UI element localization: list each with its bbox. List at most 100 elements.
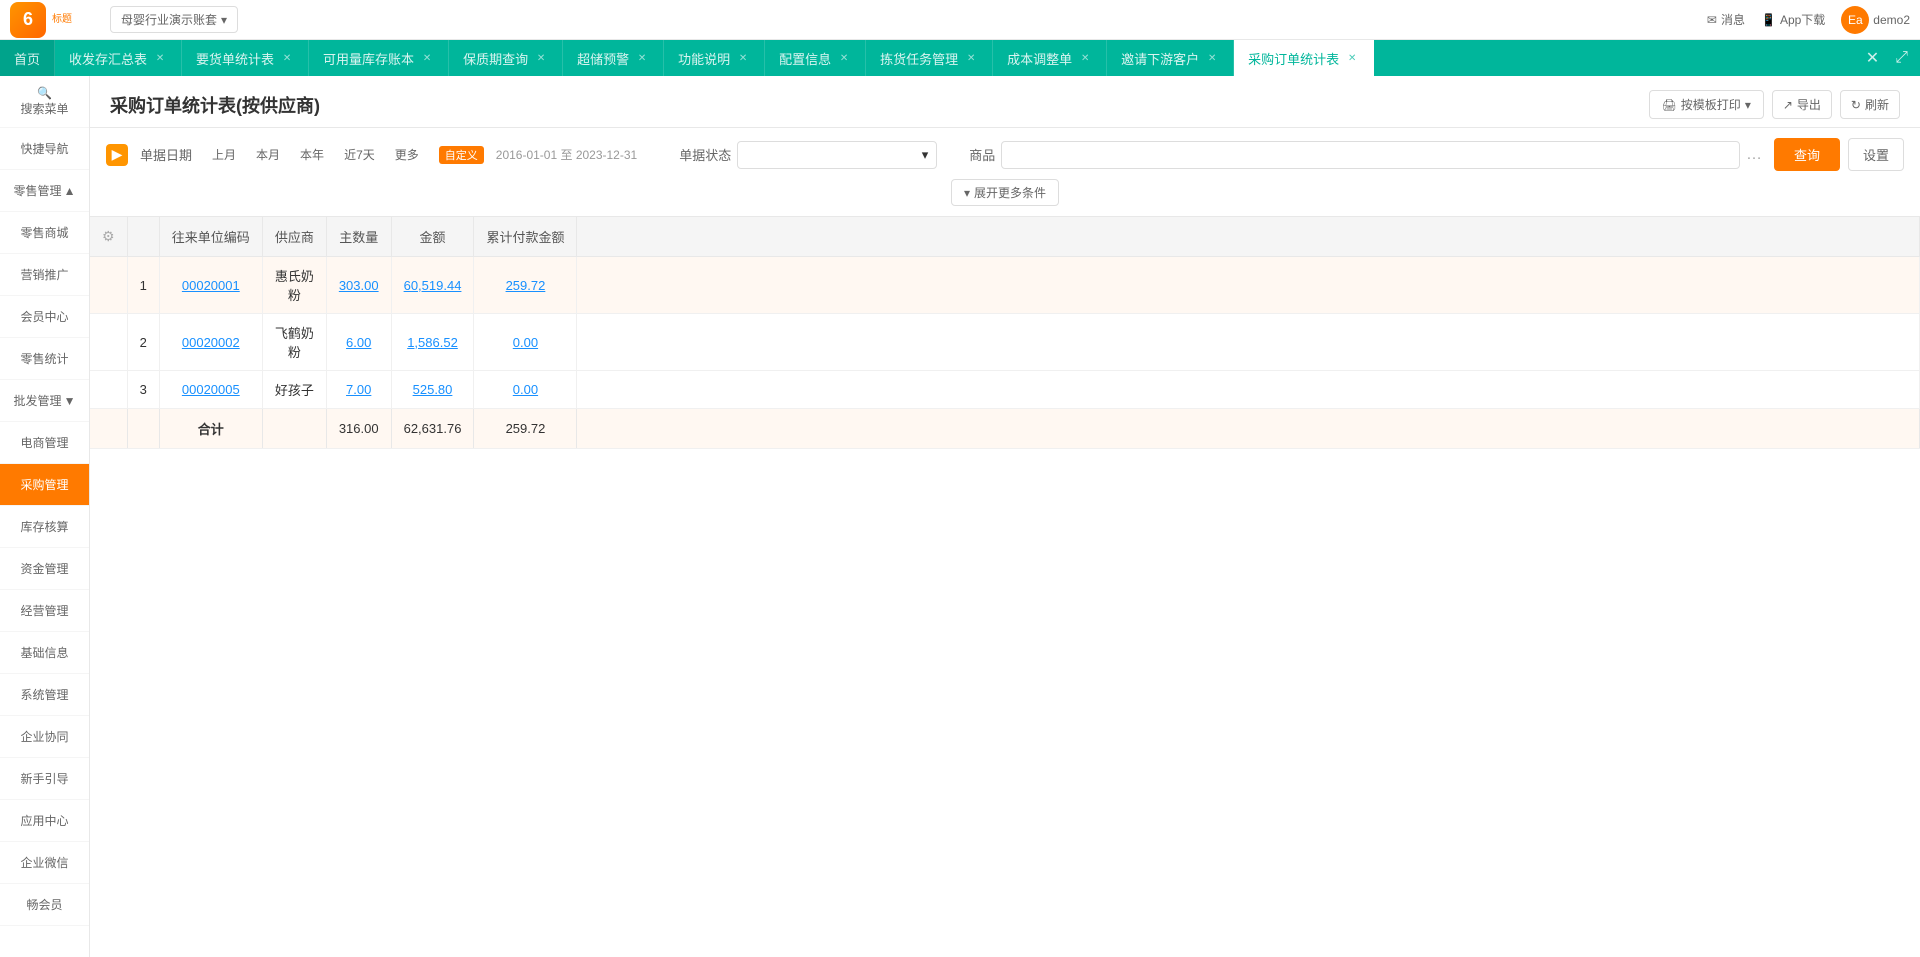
tab-close-icon[interactable]: ✕ (534, 51, 548, 65)
user-area[interactable]: Ea demo2 (1841, 6, 1910, 34)
export-btn[interactable]: ↗ 导出 (1772, 90, 1832, 119)
workspace-selector[interactable]: 母婴行业演示账套 ▾ (110, 6, 238, 33)
footer-supplier-name (262, 409, 326, 449)
status-label: 单据状态 (679, 145, 731, 164)
sidebar-item-shortcut[interactable]: 快捷导航 (0, 128, 89, 170)
td-supplier-code[interactable]: 00020001 (159, 257, 262, 314)
expand-conditions-btn[interactable]: ▾ 展开更多条件 (951, 179, 1059, 206)
tab-close-icon[interactable]: ✕ (964, 51, 978, 65)
sidebar-item-retail-store[interactable]: 零售商城 (0, 212, 89, 254)
sidebar-item-enterprise-coop[interactable]: 企业协同 (0, 716, 89, 758)
td-main-qty[interactable]: 6.00 (326, 314, 391, 371)
td-amount[interactable]: 60,519.44 (391, 257, 474, 314)
sidebar-item-retail-stats[interactable]: 零售统计 (0, 338, 89, 380)
shortcut-7days[interactable]: 近7天 (336, 144, 383, 165)
th-settings[interactable]: ⚙ (90, 217, 127, 257)
sidebar-item-wholesale-mgmt[interactable]: 批发管理 ▼ (0, 380, 89, 422)
export-btn-label: 导出 (1797, 96, 1821, 113)
username: demo2 (1873, 13, 1910, 27)
sidebar-item-retail-mgmt[interactable]: 零售管理 ▲ (0, 170, 89, 212)
maximize-btn[interactable]: ⤢ (1891, 47, 1912, 69)
sidebar-item-app-center[interactable]: 应用中心 (0, 800, 89, 842)
tab-close-icon[interactable]: ✕ (1078, 51, 1092, 65)
shortcut-more[interactable]: 更多 (387, 144, 427, 165)
th-amount: 金额 (391, 217, 474, 257)
sidebar-item-marketing[interactable]: 营销推广 (0, 254, 89, 296)
td-settings[interactable] (90, 314, 127, 371)
app-center-label: 应用中心 (20, 814, 68, 828)
td-paid-amount[interactable]: 0.00 (474, 371, 577, 409)
tab-close-icon[interactable]: ✕ (635, 51, 649, 65)
data-table: ⚙ 往来单位编码 供应商 主数量 金额 累计付款金额 1 (90, 217, 1920, 449)
print-btn[interactable]: 🖨 按模板打印 ▾ (1649, 90, 1764, 119)
sidebar-item-system-mgmt[interactable]: 系统管理 (0, 674, 89, 716)
tab-invite-downstream[interactable]: 邀请下游客户 ✕ (1107, 40, 1234, 76)
filter-toggle-btn[interactable]: ▶ (106, 144, 128, 166)
tab-home[interactable]: 首页 (0, 40, 55, 76)
tab-picking-task[interactable]: 拣货任务管理 ✕ (866, 40, 993, 76)
td-settings[interactable] (90, 257, 127, 314)
tab-receive-summary[interactable]: 收发存汇总表 ✕ (55, 40, 182, 76)
td-settings[interactable] (90, 371, 127, 409)
sidebar-item-vip[interactable]: 畅会员 (0, 884, 89, 926)
tab-close-icon[interactable]: ✕ (153, 51, 167, 65)
settings-btn[interactable]: 设置 (1848, 138, 1904, 171)
tab-warranty-query[interactable]: 保质期查询 ✕ (449, 40, 563, 76)
refresh-btn[interactable]: ↻ 刷新 (1840, 90, 1900, 119)
td-paid-amount[interactable]: 0.00 (474, 314, 577, 371)
close-all-tabs-btn[interactable]: ✕ (1862, 46, 1883, 70)
footer-index (127, 409, 159, 449)
goods-input[interactable] (1001, 141, 1740, 169)
sidebar-item-operations[interactable]: 经营管理 (0, 590, 89, 632)
column-settings-icon[interactable]: ⚙ (102, 228, 115, 244)
sidebar-item-enterprise-wechat[interactable]: 企业微信 (0, 842, 89, 884)
shortcut-this-year[interactable]: 本年 (292, 144, 332, 165)
sidebar-item-new-guide[interactable]: 新手引导 (0, 758, 89, 800)
tab-purchase-summary[interactable]: 采购订单统计表 ✕ (1234, 40, 1374, 76)
tab-requisition-summary[interactable]: 要货单统计表 ✕ (182, 40, 309, 76)
tab-cost-adjust[interactable]: 成本调整单 ✕ (993, 40, 1107, 76)
td-index: 1 (127, 257, 159, 314)
shortcut-last-month[interactable]: 上月 (204, 144, 244, 165)
sidebar-item-basic-info[interactable]: 基础信息 (0, 632, 89, 674)
tab-close-icon[interactable]: ✕ (1205, 51, 1219, 65)
tab-close-icon[interactable]: ✕ (280, 51, 294, 65)
sidebar-item-inventory[interactable]: 库存核算 (0, 506, 89, 548)
td-paid-amount[interactable]: 259.72 (474, 257, 577, 314)
td-main-qty[interactable]: 303.00 (326, 257, 391, 314)
tab-config-info[interactable]: 配置信息 ✕ (765, 40, 866, 76)
sidebar-item-ecommerce[interactable]: 电商管理 (0, 422, 89, 464)
tab-close-icon[interactable]: ✕ (736, 51, 750, 65)
table-area: ⚙ 往来单位编码 供应商 主数量 金额 累计付款金额 1 (90, 217, 1920, 957)
td-main-qty[interactable]: 7.00 (326, 371, 391, 409)
td-amount[interactable]: 1,586.52 (391, 314, 474, 371)
sidebar-item-finance[interactable]: 资金管理 (0, 548, 89, 590)
nav-tabs-end: ✕ ⤢ (1862, 46, 1920, 70)
td-index: 3 (127, 371, 159, 409)
sidebar-item-members[interactable]: 会员中心 (0, 296, 89, 338)
sidebar-search[interactable]: 🔍 搜索菜单 (0, 76, 89, 128)
workspace-arrow-icon: ▾ (221, 13, 227, 27)
query-btn[interactable]: 查询 (1774, 138, 1840, 171)
tab-close-icon[interactable]: ✕ (1345, 51, 1359, 65)
tab-close-icon[interactable]: ✕ (837, 51, 851, 65)
tab-function-desc[interactable]: 功能说明 ✕ (664, 40, 765, 76)
td-amount[interactable]: 525.80 (391, 371, 474, 409)
tab-label: 采购订单统计表 (1248, 49, 1339, 68)
sidebar-item-purchase-mgmt[interactable]: 采购管理 (0, 464, 89, 506)
tab-overstock-warning[interactable]: 超储预警 ✕ (563, 40, 664, 76)
goods-ellipsis-btn[interactable]: … (1746, 146, 1762, 164)
tab-close-icon[interactable]: ✕ (420, 51, 434, 65)
page-title: 采购订单统计表(按供应商) (110, 92, 320, 118)
table-footer-row: 合计 316.00 62,631.76 259.72 (90, 409, 1920, 449)
date-shortcuts: 上月 本月 本年 近7天 更多 (204, 144, 427, 165)
tab-available-stock[interactable]: 可用量库存账本 ✕ (309, 40, 449, 76)
basic-info-label: 基础信息 (20, 646, 68, 660)
tab-label: 要货单统计表 (196, 49, 274, 68)
status-select[interactable]: ▾ (737, 141, 937, 169)
td-supplier-code[interactable]: 00020002 (159, 314, 262, 371)
td-supplier-code[interactable]: 00020005 (159, 371, 262, 409)
message-btn[interactable]: ✉ 消息 (1707, 11, 1745, 28)
shortcut-this-month[interactable]: 本月 (248, 144, 288, 165)
app-download-btn[interactable]: 📱 App下载 (1761, 11, 1825, 28)
